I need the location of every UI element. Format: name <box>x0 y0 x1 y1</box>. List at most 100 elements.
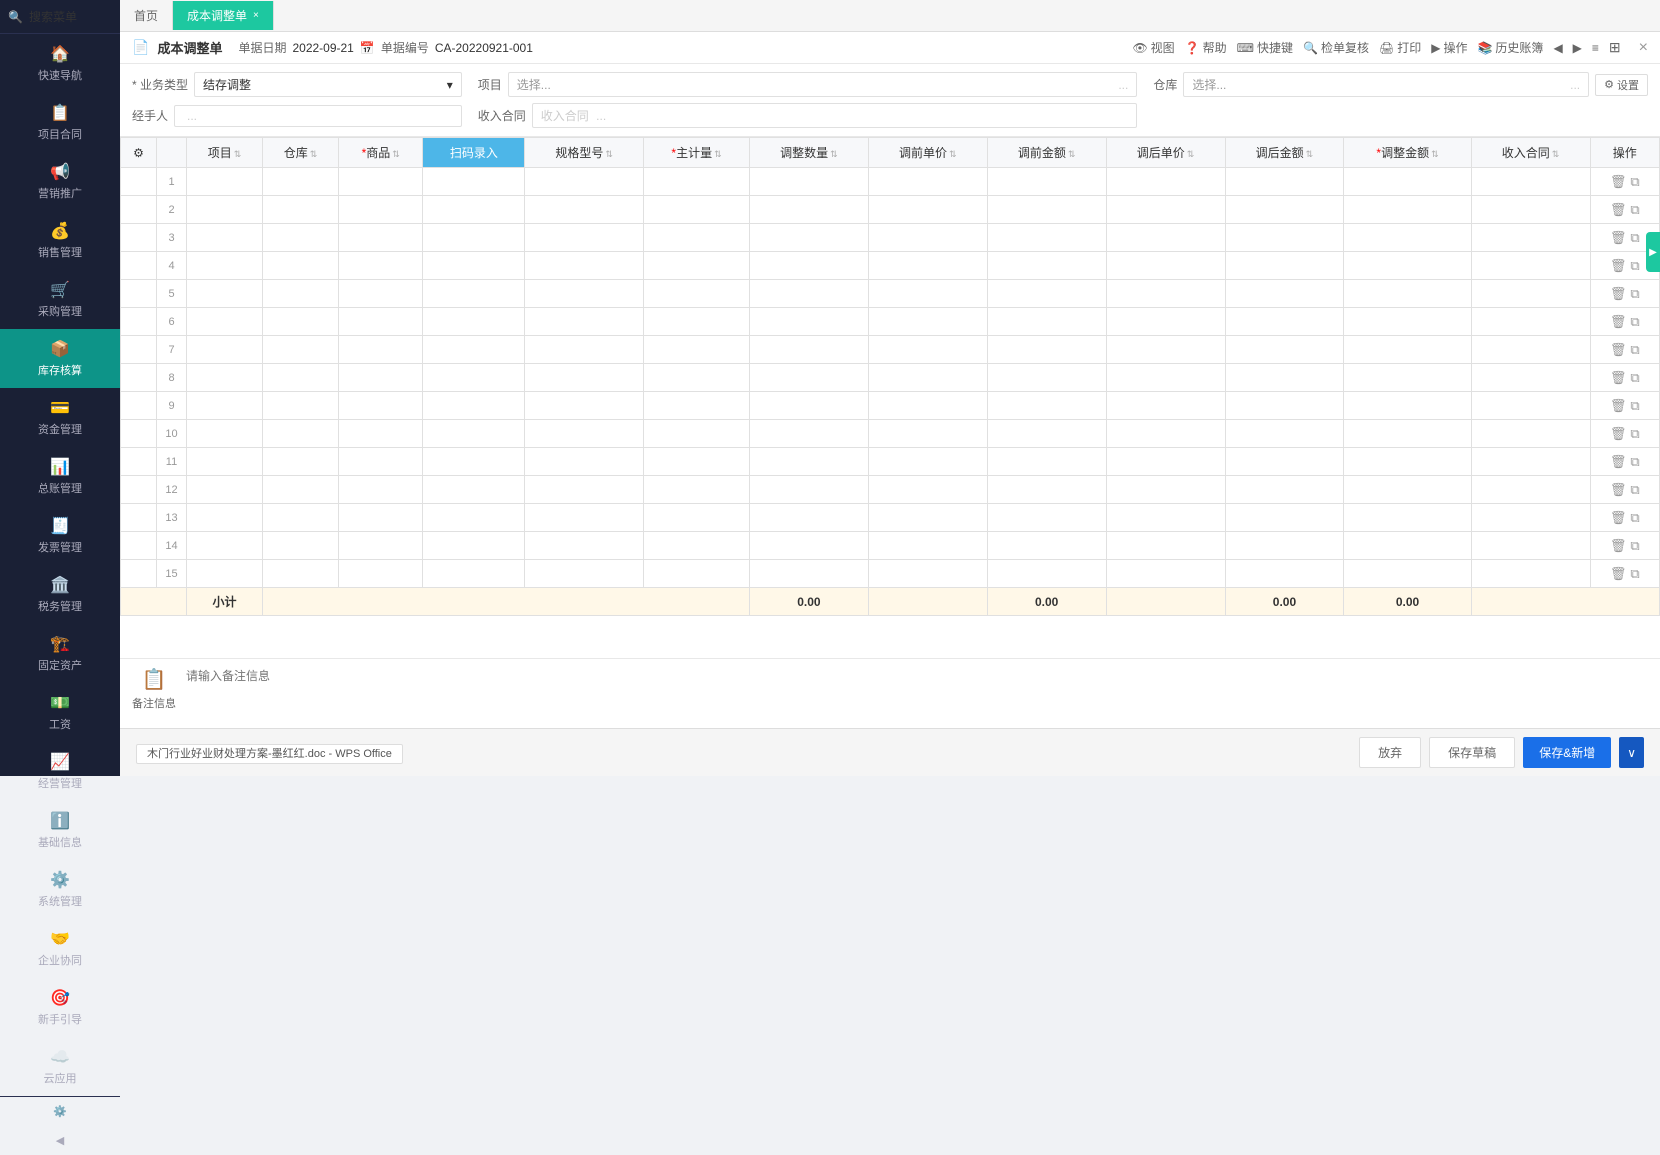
row-post-unit-price[interactable] <box>1106 476 1225 504</box>
row-product[interactable] <box>339 336 423 364</box>
row-adjust-amount[interactable] <box>1344 448 1471 476</box>
row-pre-amount[interactable] <box>987 168 1106 196</box>
row-spec-model[interactable] <box>525 308 644 336</box>
row-adjust-qty[interactable] <box>749 336 868 364</box>
row-post-amount[interactable] <box>1225 364 1344 392</box>
row-delete-btn[interactable]: 🗑 <box>1610 510 1627 526</box>
save-new-arrow-button[interactable]: ∨ <box>1619 737 1644 768</box>
row-pre-amount[interactable] <box>987 420 1106 448</box>
row-pre-unit-price[interactable] <box>868 504 987 532</box>
row-adjust-amount[interactable] <box>1344 280 1471 308</box>
project-input[interactable]: 选择... ... <box>508 72 1138 97</box>
row-project[interactable] <box>187 224 263 252</box>
close-btn[interactable]: × <box>1639 39 1648 57</box>
sidebar-item-fixed-assets[interactable]: 🏗️ 固定资产 <box>0 624 120 683</box>
sidebar-collapse-btn[interactable]: ◀ <box>0 1126 120 1155</box>
row-scan-input[interactable] <box>423 168 525 196</box>
row-scan-input[interactable] <box>423 560 525 588</box>
row-warehouse[interactable] <box>263 252 339 280</box>
row-scan-input[interactable] <box>423 336 525 364</box>
row-copy-btn[interactable]: ⧉ <box>1630 230 1639 246</box>
row-adjust-qty[interactable] <box>749 168 868 196</box>
income-contract-input[interactable]: 收入合同 ... <box>532 103 1138 128</box>
sidebar-item-system-management[interactable]: ⚙️ 系统管理 <box>0 860 120 919</box>
row-delete-btn[interactable]: 🗑 <box>1610 482 1627 498</box>
notes-input[interactable] <box>186 667 1648 717</box>
row-delete-btn[interactable]: 🗑 <box>1610 314 1627 330</box>
row-pre-unit-price[interactable] <box>868 224 987 252</box>
row-adjust-amount[interactable] <box>1344 476 1471 504</box>
row-main-unit[interactable] <box>644 196 750 224</box>
row-post-amount[interactable] <box>1225 448 1344 476</box>
row-post-amount[interactable] <box>1225 504 1344 532</box>
row-adjust-amount[interactable] <box>1344 420 1471 448</box>
row-post-unit-price[interactable] <box>1106 392 1225 420</box>
row-adjust-amount[interactable] <box>1344 364 1471 392</box>
sidebar-item-tax-management[interactable]: 🏛️ 税务管理 <box>0 565 120 624</box>
row-post-amount[interactable] <box>1225 252 1344 280</box>
row-main-unit[interactable] <box>644 532 750 560</box>
row-project[interactable] <box>187 336 263 364</box>
row-pre-unit-price[interactable] <box>868 532 987 560</box>
row-post-amount[interactable] <box>1225 560 1344 588</box>
row-adjust-qty[interactable] <box>749 224 868 252</box>
row-main-unit[interactable] <box>644 336 750 364</box>
row-warehouse[interactable] <box>263 308 339 336</box>
business-type-input[interactable]: 结存调整 ▾ <box>194 72 462 97</box>
sidebar-item-invoice-management[interactable]: 🧾 发票管理 <box>0 506 120 565</box>
row-warehouse[interactable] <box>263 196 339 224</box>
row-income-contract[interactable] <box>1471 336 1590 364</box>
row-income-contract[interactable] <box>1471 504 1590 532</box>
row-scan-input[interactable] <box>423 532 525 560</box>
row-spec-model[interactable] <box>525 196 644 224</box>
sidebar-item-purchase-management[interactable]: 🛒 采购管理 <box>0 270 120 329</box>
row-delete-btn[interactable]: 🗑 <box>1610 286 1627 302</box>
row-adjust-qty[interactable] <box>749 252 868 280</box>
row-adjust-amount[interactable] <box>1344 504 1471 532</box>
row-income-contract[interactable] <box>1471 224 1590 252</box>
row-delete-btn[interactable]: 🗑 <box>1610 370 1627 386</box>
row-product[interactable] <box>339 504 423 532</box>
row-product[interactable] <box>339 476 423 504</box>
row-delete-btn[interactable]: 🗑 <box>1610 426 1627 442</box>
row-copy-btn[interactable]: ⧉ <box>1630 314 1639 330</box>
sidebar-item-ledger-management[interactable]: 📊 总账管理 <box>0 447 120 506</box>
sidebar-item-fund-management[interactable]: 💳 资金管理 <box>0 388 120 447</box>
settings-button[interactable]: ⚙ 设置 <box>1595 74 1648 96</box>
help-btn[interactable]: ❓ 帮助 <box>1185 39 1227 56</box>
row-pre-unit-price[interactable] <box>868 476 987 504</box>
row-adjust-qty[interactable] <box>749 196 868 224</box>
row-pre-amount[interactable] <box>987 476 1106 504</box>
row-post-unit-price[interactable] <box>1106 448 1225 476</box>
row-adjust-qty[interactable] <box>749 392 868 420</box>
sidebar-settings-btn[interactable]: ⚙️ <box>0 1097 120 1126</box>
row-post-unit-price[interactable] <box>1106 168 1225 196</box>
row-main-unit[interactable] <box>644 364 750 392</box>
row-scan-input[interactable] <box>423 280 525 308</box>
row-spec-model[interactable] <box>525 420 644 448</box>
row-main-unit[interactable] <box>644 252 750 280</box>
row-warehouse[interactable] <box>263 560 339 588</box>
row-pre-amount[interactable] <box>987 336 1106 364</box>
row-post-amount[interactable] <box>1225 532 1344 560</box>
row-scan-input[interactable] <box>423 196 525 224</box>
row-scan-input[interactable] <box>423 420 525 448</box>
row-delete-btn[interactable]: 🗑 <box>1610 230 1627 246</box>
row-warehouse[interactable] <box>263 448 339 476</box>
row-income-contract[interactable] <box>1471 364 1590 392</box>
sidebar-item-quick-nav[interactable]: 🏠 快速导航 <box>0 34 120 93</box>
row-adjust-qty[interactable] <box>749 476 868 504</box>
row-pre-amount[interactable] <box>987 364 1106 392</box>
row-post-amount[interactable] <box>1225 392 1344 420</box>
row-adjust-amount[interactable] <box>1344 168 1471 196</box>
sidebar-item-enterprise-collab[interactable]: 🤝 企业协同 <box>0 919 120 978</box>
row-copy-btn[interactable]: ⧉ <box>1630 258 1639 274</box>
row-income-contract[interactable] <box>1471 308 1590 336</box>
row-scan-input[interactable] <box>423 252 525 280</box>
row-warehouse[interactable] <box>263 504 339 532</box>
row-project[interactable] <box>187 532 263 560</box>
row-project[interactable] <box>187 560 263 588</box>
warehouse-input[interactable]: 选择... ... <box>1183 72 1589 97</box>
tab-close-icon[interactable]: × <box>253 10 259 21</box>
row-post-amount[interactable] <box>1225 308 1344 336</box>
